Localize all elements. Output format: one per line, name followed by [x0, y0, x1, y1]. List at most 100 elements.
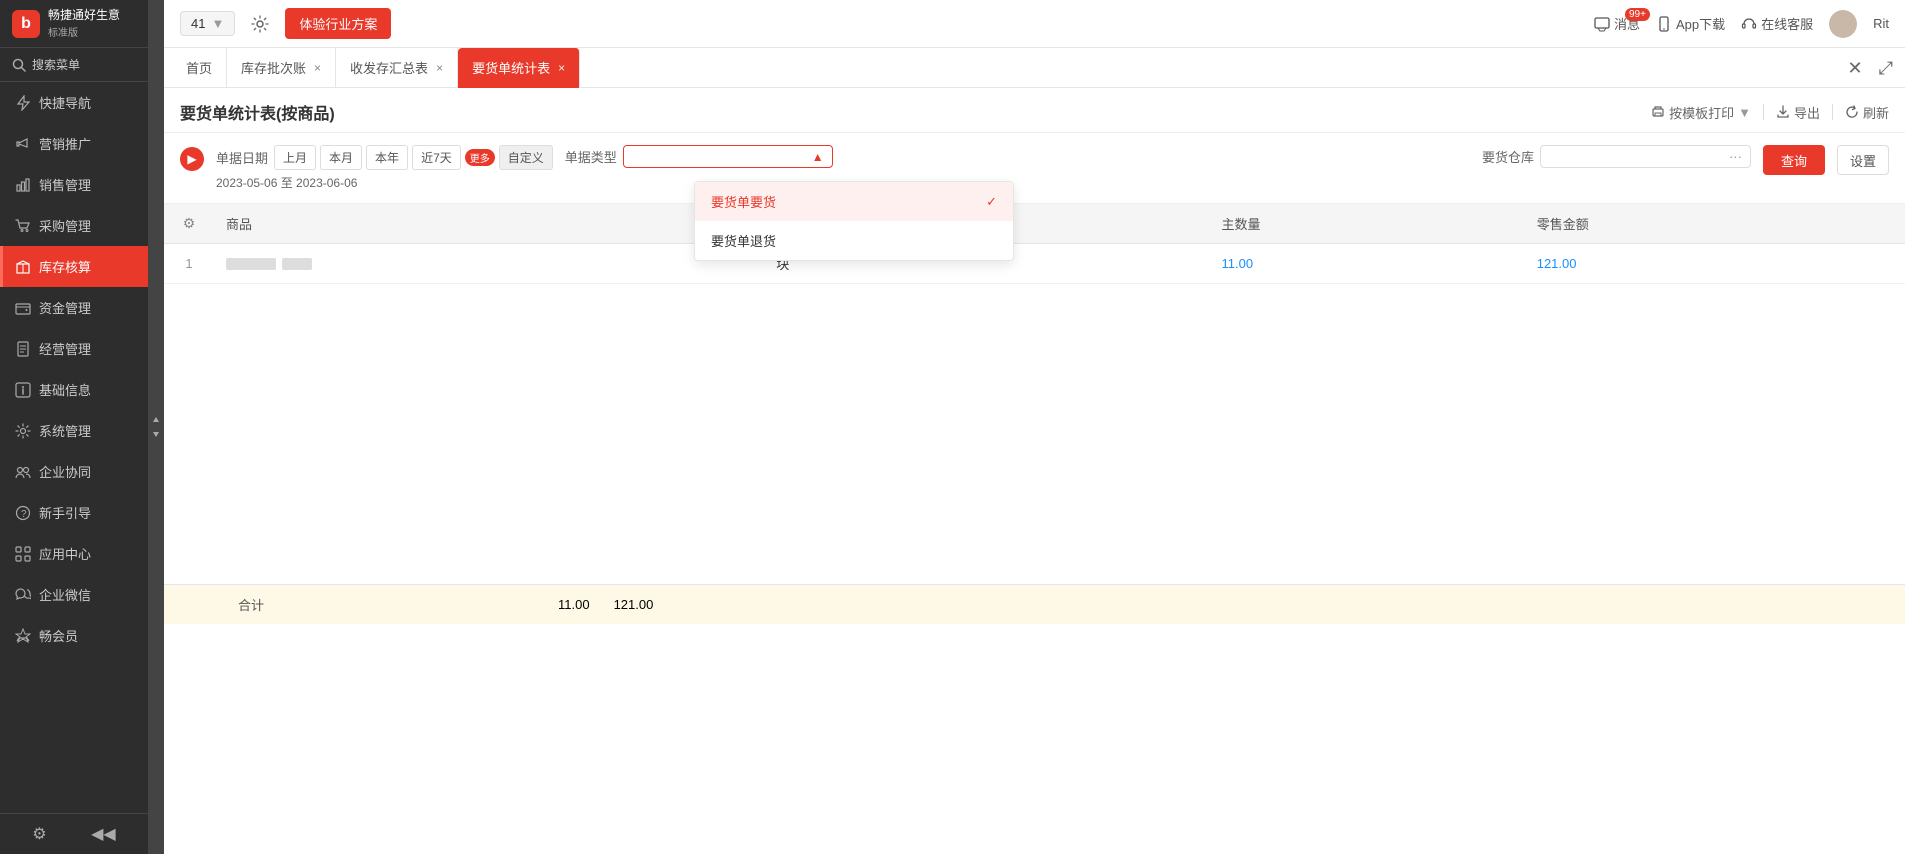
quantity-link[interactable]: 11.00 [1222, 256, 1254, 271]
table-empty-space [164, 284, 1905, 584]
date-last-month-btn[interactable]: 上月 [274, 145, 316, 170]
tab-label: 库存批次账 [241, 58, 306, 77]
row-amount: 121.00 [1525, 244, 1905, 284]
top-header: 41 ▼ 体验行业方案 消息 99+ [164, 0, 1905, 48]
sidebar-item-enterprise[interactable]: 企业协同 [0, 451, 148, 492]
sidebar-item-label: 快捷导航 [39, 93, 136, 112]
date-this-month-btn[interactable]: 本月 [320, 145, 362, 170]
phone-icon [1656, 16, 1672, 32]
info-icon [15, 382, 31, 398]
svg-text:?: ? [21, 509, 27, 520]
settings-button[interactable]: 设置 [1837, 145, 1889, 175]
tab-requisition[interactable]: 要货单统计表 × [458, 48, 580, 88]
date-this-year-btn[interactable]: 本年 [366, 145, 408, 170]
megaphone-icon [15, 136, 31, 152]
dropdown-arrow-icon[interactable]: ▲ [812, 150, 824, 164]
refresh-btn[interactable]: 刷新 [1845, 103, 1889, 122]
warehouse-dropdown[interactable]: ··· [1540, 145, 1751, 168]
footer-total-label: 合计 [238, 598, 264, 613]
refresh-label: 刷新 [1863, 103, 1889, 122]
search-menu[interactable]: 搜索菜单 [0, 48, 148, 82]
type-dropdown[interactable]: ▲ [623, 145, 833, 168]
app-download-label: App下载 [1676, 14, 1725, 33]
print-label: 按模板打印 [1669, 103, 1734, 122]
sidebar-item-member[interactable]: 畅会员 [0, 615, 148, 656]
export-icon [1776, 105, 1790, 119]
print-template-btn[interactable]: 按模板打印 ▼ [1651, 103, 1751, 122]
sidebar-item-system[interactable]: 系统管理 [0, 410, 148, 451]
dropdown-item-return[interactable]: 要货单退货 [695, 221, 1013, 260]
messages-action[interactable]: 消息 99+ [1594, 14, 1640, 33]
main-content: 41 ▼ 体验行业方案 消息 99+ [164, 0, 1905, 854]
sidebar-item-finance[interactable]: 资金管理 [0, 287, 148, 328]
page-title: 要货单统计表(按商品) [180, 100, 335, 124]
sidebar-item-purchase[interactable]: 采购管理 [0, 205, 148, 246]
tab-restore-icon[interactable]: ⤢ [1875, 55, 1897, 81]
sidebar-item-label: 经营管理 [39, 339, 136, 358]
table-row: 1 块 11.00 121.00 [164, 244, 1905, 284]
page-content: 要货单统计表(按商品) 按模板打印 ▼ [164, 88, 1905, 854]
settings-footer-icon[interactable]: ⚙ [32, 824, 46, 844]
sidebar-item-operations[interactable]: 经营管理 [0, 328, 148, 369]
member-icon [15, 628, 31, 644]
type-dropdown-menu: 要货单要货 要货单退货 [694, 181, 1014, 261]
sidebar-item-guide[interactable]: ? 新手引导 [0, 492, 148, 533]
date-7days-btn[interactable]: 近7天 [412, 145, 461, 170]
page-header-actions: 按模板打印 ▼ 导出 刷新 [1651, 103, 1889, 122]
date-custom-btn[interactable]: 自定义 [499, 145, 553, 170]
footer-amount: 121.00 [614, 597, 654, 612]
close-icon[interactable]: × [314, 61, 321, 75]
store-settings-icon[interactable] [245, 9, 275, 39]
sidebar-item-label: 应用中心 [39, 544, 136, 563]
sidebar-item-inventory[interactable]: 库存核算 [0, 246, 148, 287]
col-amount: 零售金额 [1525, 204, 1905, 244]
date-more-badge[interactable]: 更多 [465, 149, 495, 166]
sidebar-item-wechat[interactable]: 企业微信 [0, 574, 148, 615]
sidebar-item-basic[interactable]: 基础信息 [0, 369, 148, 410]
warehouse-input[interactable] [1549, 149, 1725, 164]
sidebar-item-label: 新手引导 [39, 503, 136, 522]
messages-badge: 99+ [1625, 8, 1650, 21]
sidebar-footer: ⚙ ◀◀ [0, 813, 148, 854]
sidebar-item-sales[interactable]: 销售管理 [0, 164, 148, 205]
sidebar-item-shortcuts[interactable]: 快捷导航 [0, 82, 148, 123]
data-table: ⚙ 商品 主计量单位 主数量 零售金额 1 [164, 204, 1905, 284]
tab-summary[interactable]: 收发存汇总表 × [336, 48, 458, 88]
tab-close-all-icon[interactable]: ✕ [1844, 55, 1867, 81]
sidebar-item-label: 销售管理 [39, 175, 136, 194]
sidebar-item-label: 资金管理 [39, 298, 136, 317]
app-download-action[interactable]: App下载 [1656, 14, 1725, 33]
box-icon [15, 259, 31, 275]
store-selector[interactable]: 41 ▼ [180, 11, 235, 36]
online-service-action[interactable]: 在线客服 [1741, 14, 1813, 33]
table-settings-icon[interactable]: ⚙ [183, 215, 196, 231]
close-icon[interactable]: × [558, 61, 565, 75]
footer-quantity-cell: 11.00 [546, 597, 602, 612]
col-quantity: 主数量 [1210, 204, 1525, 244]
app-logo: b 畅捷通好生意 标准版 [0, 0, 148, 48]
sidebar-item-appstore[interactable]: 应用中心 [0, 533, 148, 574]
filter-expand-btn[interactable]: ▶ [180, 147, 204, 171]
tab-home[interactable]: 首页 [172, 48, 227, 88]
export-btn[interactable]: 导出 [1776, 103, 1820, 122]
sidebar-item-marketing[interactable]: 营销推广 [0, 123, 148, 164]
dropdown-item-requisition[interactable]: 要货单要货 [695, 182, 1013, 221]
sidebar-collapse-icon[interactable]: ◀◀ [91, 824, 116, 844]
user-avatar[interactable] [1829, 10, 1857, 38]
date-label: 单据日期 [216, 148, 268, 167]
tab-inventory-batch[interactable]: 库存批次账 × [227, 48, 336, 88]
trial-button[interactable]: 体验行业方案 [285, 8, 391, 39]
product-bar-2 [282, 258, 312, 270]
sidebar: b 畅捷通好生意 标准版 搜索菜单 快捷导航 营销推广 [0, 0, 148, 854]
query-button[interactable]: 查询 [1763, 145, 1825, 175]
app-name: 畅捷通好生意 [48, 8, 120, 24]
warehouse-more-icon[interactable]: ··· [1729, 149, 1742, 164]
close-icon[interactable]: × [436, 61, 443, 75]
amount-link[interactable]: 121.00 [1537, 256, 1577, 271]
chevron-up-icon [151, 407, 161, 447]
type-input[interactable] [632, 149, 808, 164]
row-quantity: 11.00 [1210, 244, 1525, 284]
user-name: Rit [1873, 16, 1889, 31]
date-range-text: 2023-05-06 至 2023-06-06 [216, 174, 553, 191]
sidebar-scroll[interactable] [148, 0, 164, 854]
